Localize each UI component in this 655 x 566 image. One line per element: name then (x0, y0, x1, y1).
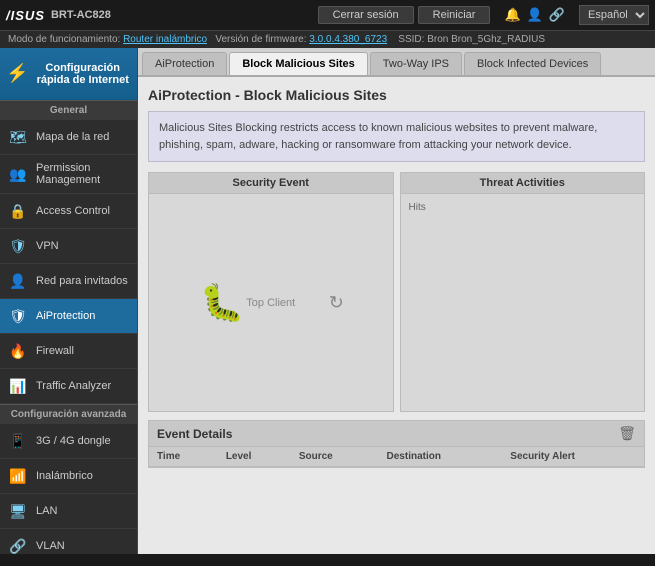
asus-logo: /ISUS (6, 8, 45, 23)
page-description: Malicious Sites Blocking restricts acces… (148, 111, 645, 162)
info-bar: Modo de funcionamiento: Router inalámbri… (0, 30, 655, 48)
aiprotection-icon: 🛡 (8, 306, 28, 326)
tab-block-infected[interactable]: Block Infected Devices (464, 52, 601, 75)
sidebar-item-lan[interactable]: 🖥 LAN (0, 494, 137, 529)
mobile-icon: 📱 (8, 431, 28, 451)
col-time: Time (149, 447, 218, 467)
sidebar-item-3g-dongle[interactable]: 📱 3G / 4G dongle (0, 424, 137, 459)
mode-link[interactable]: Router inalámbrico (123, 34, 207, 45)
logout-button[interactable]: Cerrar sesión (318, 6, 414, 24)
user-icon: 👤 (527, 7, 543, 23)
event-table: Time Level Source Destination Security A… (149, 447, 644, 467)
model-name: BRT-AC828 (51, 9, 111, 21)
sidebar-item-vlan[interactable]: 🔗 VLAN (0, 529, 137, 554)
page-content: AiProtection - Block Malicious Sites Mal… (138, 77, 655, 554)
threat-activities-body: Hits (401, 194, 645, 411)
wifi-icon: 📶 (8, 466, 28, 486)
table-header-row: Time Level Source Destination Security A… (149, 447, 644, 467)
security-event-body: 🐛 ↻ Top Client (149, 194, 393, 411)
ssid-values: Bron Bron_5Ghz_RADIUS (427, 34, 545, 45)
lock-icon: 🔒 (8, 201, 28, 221)
sidebar-item-vpn[interactable]: 🛡 VPN (0, 229, 137, 264)
firewall-icon: 🔥 (8, 341, 28, 361)
hits-label: Hits (409, 202, 426, 213)
map-icon: 🗺 (8, 127, 28, 147)
col-source: Source (291, 447, 379, 467)
lan-icon: 🖥 (8, 501, 28, 521)
restart-button[interactable]: Reiniciar (418, 6, 491, 24)
firmware-label: Versión de firmware: (215, 34, 306, 45)
sidebar-item-label: Traffic Analyzer (36, 380, 111, 392)
vlan-icon: 🔗 (8, 536, 28, 554)
status-icons-area: 🔔 👤 🔗 (504, 7, 565, 23)
chart-icon: 📊 (8, 376, 28, 396)
security-event-panel: Security Event 🐛 ↻ Top Client (148, 172, 394, 412)
bug-icon: 🐛 (200, 282, 245, 324)
network-icon: 🔗 (549, 7, 565, 23)
tab-aiprotection[interactable]: AiProtection (142, 52, 227, 75)
sidebar-item-mapa-red[interactable]: 🗺 Mapa de la red (0, 120, 137, 155)
permission-icon: 👥 (8, 164, 28, 184)
sidebar-item-label: VLAN (36, 540, 65, 552)
sidebar-item-label: Firewall (36, 345, 74, 357)
sidebar-item-label: AiProtection (36, 310, 95, 322)
sidebar-item-firewall[interactable]: 🔥 Firewall (0, 334, 137, 369)
sidebar-item-label: VPN (36, 240, 59, 252)
firmware-link[interactable]: 3.0.0.4.380_6723 (309, 34, 387, 45)
sidebar-item-red-invitados[interactable]: 👤 Red para invitados (0, 264, 137, 299)
sidebar-header-title: Configuración rápida de Internet (34, 62, 131, 86)
event-details-title: Event Details (157, 427, 232, 441)
event-details-header: Event Details 🗑 (149, 421, 644, 447)
top-buttons: Cerrar sesión Reiniciar 🔔 👤 🔗 Español En… (318, 5, 649, 25)
tab-block-malicious[interactable]: Block Malicious Sites (229, 52, 367, 75)
col-destination: Destination (379, 447, 503, 467)
sidebar-header-icon: ⚡ (6, 63, 28, 84)
ssid-label: SSID: (398, 34, 424, 45)
tabs-bar: AiProtection Block Malicious Sites Two-W… (138, 48, 655, 77)
threat-activities-panel: Threat Activities Hits (400, 172, 646, 412)
security-event-header: Security Event (149, 173, 393, 194)
charts-row: Security Event 🐛 ↻ Top Client Threat Act… (148, 172, 645, 412)
content-area: AiProtection Block Malicious Sites Two-W… (138, 48, 655, 554)
sidebar-item-label: Mapa de la red (36, 131, 109, 143)
logo-area: /ISUS BRT-AC828 (6, 8, 111, 23)
sidebar-item-access-control[interactable]: 🔒 Access Control (0, 194, 137, 229)
top-client-label: Top Client (246, 297, 295, 309)
notification-icon: 🔔 (504, 7, 520, 23)
shield-icon: 🛡 (8, 236, 28, 256)
sidebar-item-aiprotection[interactable]: 🛡 AiProtection (0, 299, 137, 334)
language-select[interactable]: Español English (579, 5, 649, 25)
top-bar: /ISUS BRT-AC828 Cerrar sesión Reiniciar … (0, 0, 655, 30)
section-label-avanzada: Configuración avanzada (0, 404, 137, 424)
refresh-icon[interactable]: ↻ (329, 292, 344, 313)
sidebar-item-label: Red para invitados (36, 275, 128, 287)
mode-label: Modo de funcionamiento: (8, 34, 120, 45)
main-layout: ⚡ Configuración rápida de Internet Gener… (0, 48, 655, 554)
page-title: AiProtection - Block Malicious Sites (148, 87, 645, 103)
sidebar-item-label: LAN (36, 505, 57, 517)
sidebar: ⚡ Configuración rápida de Internet Gener… (0, 48, 138, 554)
section-label-general: General (0, 100, 137, 120)
sidebar-item-label: 3G / 4G dongle (36, 435, 111, 447)
sidebar-header: ⚡ Configuración rápida de Internet (0, 48, 137, 100)
col-security-alert: Security Alert (502, 447, 644, 467)
event-details-panel: Event Details 🗑 Time Level Source Destin… (148, 420, 645, 468)
sidebar-item-permission[interactable]: 👥 Permission Management (0, 155, 137, 194)
sidebar-item-label: Permission Management (36, 162, 129, 186)
sidebar-item-inalambrico[interactable]: 📶 Inalámbrico (0, 459, 137, 494)
trash-icon[interactable]: 🗑 (618, 425, 636, 442)
tab-two-way-ips[interactable]: Two-Way IPS (370, 52, 462, 75)
sidebar-item-traffic-analyzer[interactable]: 📊 Traffic Analyzer (0, 369, 137, 404)
sidebar-item-label: Inalámbrico (36, 470, 93, 482)
sidebar-item-label: Access Control (36, 205, 110, 217)
col-level: Level (218, 447, 291, 467)
threat-activities-header: Threat Activities (401, 173, 645, 194)
guest-icon: 👤 (8, 271, 28, 291)
